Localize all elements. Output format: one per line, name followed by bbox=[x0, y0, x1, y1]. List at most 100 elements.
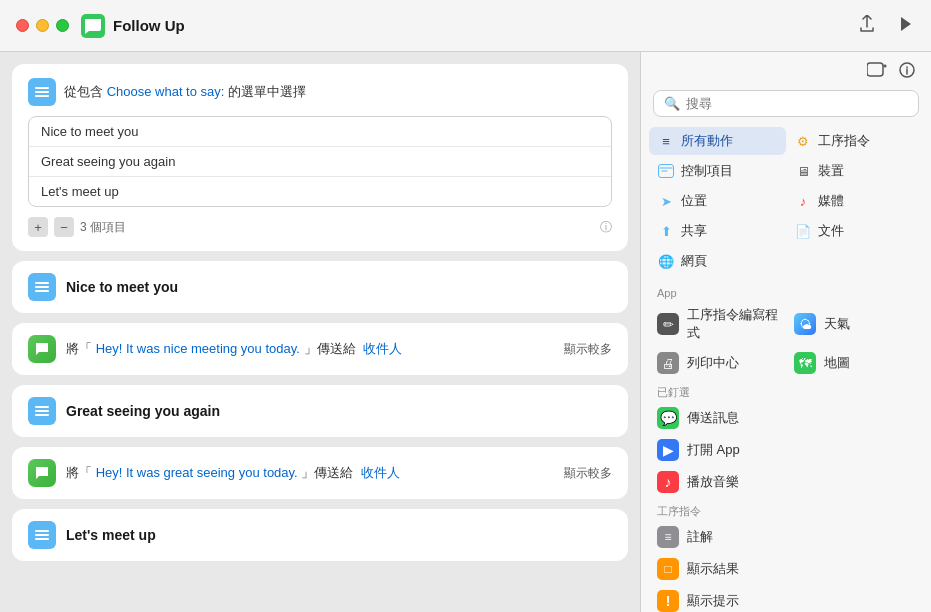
app-print[interactable]: 🖨 列印中心 bbox=[649, 347, 786, 379]
category-scripting[interactable]: ⚙ 工序指令 bbox=[786, 127, 923, 155]
scripting-icon: ⚙ bbox=[794, 132, 812, 150]
right-scroll: ≡ 所有動作 ⚙ 工序指令 控制項目 🖥 bbox=[641, 127, 931, 612]
category-device[interactable]: 🖥 裝置 bbox=[786, 157, 923, 185]
open-app-pinned-icon: ▶ bbox=[657, 439, 679, 461]
category-grid: ≡ 所有動作 ⚙ 工序指令 控制項目 🖥 bbox=[641, 127, 931, 275]
add-item-button[interactable]: + bbox=[28, 217, 48, 237]
action-nice-text: 將「 Hey! It was nice meeting you today. 」… bbox=[66, 340, 554, 358]
maximize-button[interactable] bbox=[56, 19, 69, 32]
category-all[interactable]: ≡ 所有動作 bbox=[649, 127, 786, 155]
titlebar: Follow Up bbox=[0, 0, 931, 52]
svg-rect-1 bbox=[35, 87, 49, 89]
pinned-messages[interactable]: 💬 傳送訊息 bbox=[649, 402, 923, 434]
info-button[interactable]: ⓘ bbox=[600, 219, 612, 236]
svg-rect-7 bbox=[35, 406, 49, 408]
right-header bbox=[641, 62, 931, 90]
workflow-list: ≡ 註解 □ 顯示結果 ! 顯示提示 ✎ 要求輸入 bbox=[641, 521, 931, 612]
svg-rect-6 bbox=[35, 290, 49, 292]
section-nice-label: Nice to meet you bbox=[66, 279, 178, 295]
messages-icon-2 bbox=[28, 459, 56, 487]
action-nice: 將「 Hey! It was nice meeting you today. 」… bbox=[12, 323, 628, 375]
section-nice-icon bbox=[28, 273, 56, 301]
info-panel-button[interactable] bbox=[899, 62, 915, 82]
app-icon bbox=[81, 14, 105, 38]
app-scripting[interactable]: ✏ 工序指令編寫程式 bbox=[649, 301, 786, 347]
remove-item-button[interactable]: − bbox=[54, 217, 74, 237]
category-media[interactable]: ♪ 媒體 bbox=[786, 187, 923, 215]
choice-list: Nice to meet you Great seeing you again … bbox=[28, 116, 612, 207]
show-more-1[interactable]: 顯示較多 bbox=[564, 341, 612, 358]
choice-header-text: 從包含 Choose what to say: 的選單中選擇 bbox=[64, 83, 306, 101]
show-more-2[interactable]: 顯示較多 bbox=[564, 465, 612, 482]
choice-card-icon bbox=[28, 78, 56, 106]
comment-icon: ≡ bbox=[657, 526, 679, 548]
item-count: 3 個項目 bbox=[80, 219, 594, 236]
svg-rect-11 bbox=[35, 534, 49, 536]
svg-rect-13 bbox=[867, 63, 883, 76]
choice-footer: + − 3 個項目 ⓘ bbox=[28, 217, 612, 237]
workflow-comment[interactable]: ≡ 註解 bbox=[649, 521, 923, 553]
close-button[interactable] bbox=[16, 19, 29, 32]
app-map-icon: 🗺 bbox=[794, 352, 816, 374]
choice-item-2[interactable]: Great seeing you again bbox=[29, 147, 611, 177]
left-panel: 從包含 Choose what to say: 的選單中選擇 Nice to m… bbox=[0, 52, 640, 612]
svg-rect-4 bbox=[35, 282, 49, 284]
search-input[interactable] bbox=[686, 96, 908, 111]
play-button[interactable] bbox=[895, 12, 915, 40]
location-icon: ➤ bbox=[657, 192, 675, 210]
recipient-1[interactable]: 收件人 bbox=[363, 341, 402, 356]
show-alert-icon: ! bbox=[657, 590, 679, 612]
category-sharing[interactable]: ⬆ 共享 bbox=[649, 217, 786, 245]
app-weather[interactable]: 🌤 天氣 bbox=[786, 301, 923, 347]
action-great: 將「 Hey! It was great seeing you today. 」… bbox=[12, 447, 628, 499]
share-button[interactable] bbox=[855, 11, 879, 41]
media-icon: ♪ bbox=[794, 192, 812, 210]
window-title: Follow Up bbox=[113, 17, 855, 34]
svg-rect-5 bbox=[35, 286, 49, 288]
sharing-icon: ⬆ bbox=[657, 222, 675, 240]
app-section: ✏ 工序指令編寫程式 🌤 天氣 🖨 列印中心 🗺 地圖 bbox=[641, 301, 931, 379]
category-documents[interactable]: 📄 文件 bbox=[786, 217, 923, 245]
pinned-play-music[interactable]: ♪ 播放音樂 bbox=[649, 466, 923, 498]
category-web[interactable]: 🌐 網頁 bbox=[649, 247, 786, 275]
controls-icon bbox=[657, 162, 675, 180]
search-icon: 🔍 bbox=[664, 96, 680, 111]
show-result-icon: □ bbox=[657, 558, 679, 580]
workflow-show-result[interactable]: □ 顯示結果 bbox=[649, 553, 923, 585]
search-bar: 🔍 bbox=[653, 90, 919, 117]
main-layout: 從包含 Choose what to say: 的選單中選擇 Nice to m… bbox=[0, 52, 931, 612]
svg-rect-2 bbox=[35, 91, 49, 93]
section-meet: Let's meet up bbox=[12, 509, 628, 561]
messages-pinned-icon: 💬 bbox=[657, 407, 679, 429]
section-meet-icon bbox=[28, 521, 56, 549]
messages-icon-1 bbox=[28, 335, 56, 363]
svg-rect-9 bbox=[35, 414, 49, 416]
pinned-label: 已釘選 bbox=[641, 379, 931, 402]
web-icon: 🌐 bbox=[657, 252, 675, 270]
all-actions-icon: ≡ bbox=[657, 132, 675, 150]
app-map[interactable]: 🗺 地圖 bbox=[786, 347, 923, 379]
recipient-2[interactable]: 收件人 bbox=[361, 465, 400, 480]
app-section-label: App bbox=[641, 281, 931, 301]
category-location[interactable]: ➤ 位置 bbox=[649, 187, 786, 215]
section-meet-label: Let's meet up bbox=[66, 527, 156, 543]
app-weather-icon: 🌤 bbox=[794, 313, 816, 335]
choice-header: 從包含 Choose what to say: 的選單中選擇 bbox=[28, 78, 612, 106]
workflow-label: 工序指令 bbox=[641, 498, 931, 521]
choice-card: 從包含 Choose what to say: 的選單中選擇 Nice to m… bbox=[12, 64, 628, 251]
choice-item-1[interactable]: Nice to meet you bbox=[29, 117, 611, 147]
workflow-show-alert[interactable]: ! 顯示提示 bbox=[649, 585, 923, 612]
documents-icon: 📄 bbox=[794, 222, 812, 240]
section-nice: Nice to meet you bbox=[12, 261, 628, 313]
app-print-icon: 🖨 bbox=[657, 352, 679, 374]
minimize-button[interactable] bbox=[36, 19, 49, 32]
category-controls[interactable]: 控制項目 bbox=[649, 157, 786, 185]
choice-item-3[interactable]: Let's meet up bbox=[29, 177, 611, 206]
add-action-button[interactable] bbox=[867, 62, 887, 82]
action-great-text: 將「 Hey! It was great seeing you today. 」… bbox=[66, 464, 554, 482]
play-music-pinned-icon: ♪ bbox=[657, 471, 679, 493]
device-icon: 🖥 bbox=[794, 162, 812, 180]
pinned-open-app[interactable]: ▶ 打開 App bbox=[649, 434, 923, 466]
titlebar-actions bbox=[855, 11, 915, 41]
section-great-label: Great seeing you again bbox=[66, 403, 220, 419]
